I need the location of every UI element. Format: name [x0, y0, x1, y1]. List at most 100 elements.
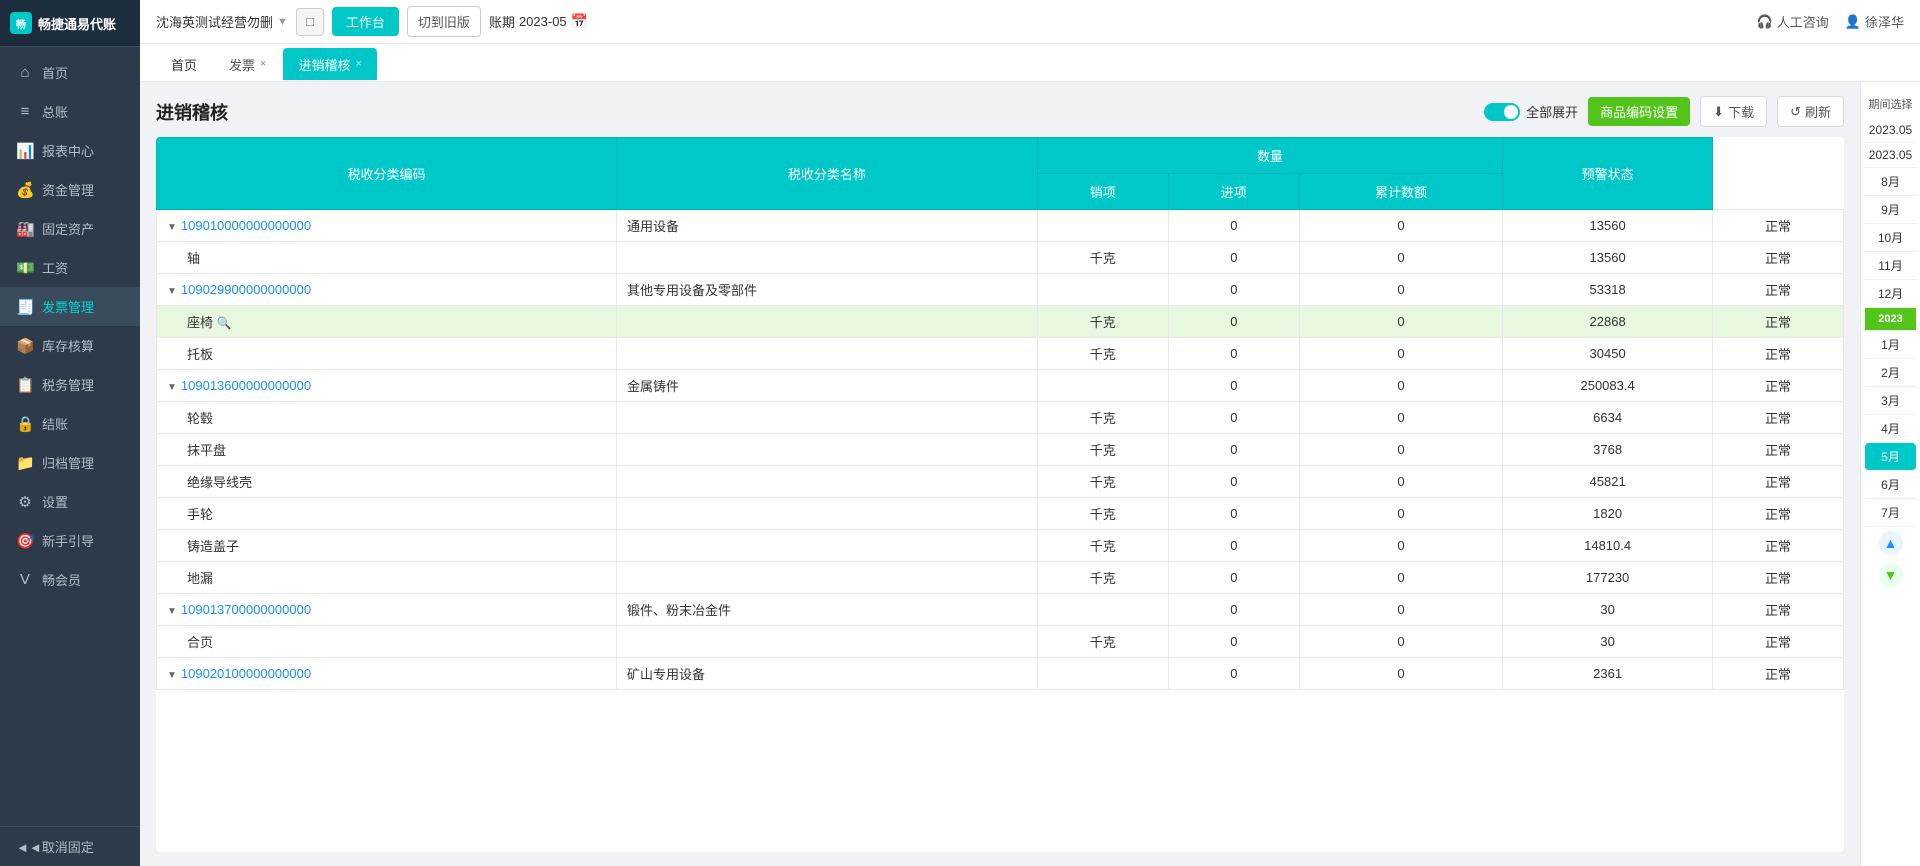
period-item[interactable]: 4月 [1865, 415, 1916, 443]
sidebar-label-member: 畅会员 [42, 570, 81, 589]
sidebar-item-inventory[interactable]: 📦 库存核算 [0, 326, 140, 365]
period-item[interactable]: 3月 [1865, 387, 1916, 415]
cell-code: ▼109010000000000000 [157, 210, 617, 242]
cell-name: 金属铸件 [616, 370, 1037, 402]
service-button[interactable]: 🎧 人工咨询 [1757, 12, 1829, 31]
period-item[interactable]: 8月 [1865, 168, 1916, 196]
cell-total: 13560 [1503, 242, 1713, 274]
period-value: 2023-05 [519, 14, 567, 29]
cell-unit [1037, 274, 1168, 306]
table-row[interactable]: 绝缘导线壳千克0045821正常 [157, 466, 1844, 498]
tab-home[interactable]: 首页 [156, 48, 212, 80]
page-header: 进销稽核 全部展开 商品编码设置 ⬇ 下载 ↺ 刷新 [156, 96, 1844, 127]
period-text-label: 账期 [489, 12, 515, 31]
period-item[interactable]: 2023.05 [1865, 118, 1916, 143]
sidebar-item-ledger[interactable]: ≡ 总账 [0, 92, 140, 131]
product-code-button[interactable]: 商品编码设置 [1588, 97, 1690, 126]
cell-total: 30450 [1503, 338, 1713, 370]
cell-subitem-name: 轴 [157, 242, 617, 274]
sidebar-item-archive[interactable]: 📁 归档管理 [0, 443, 140, 482]
cell-sales: 0 [1168, 466, 1299, 498]
expand-icon: ▼ [167, 606, 177, 617]
tab-home-label: 首页 [171, 55, 197, 74]
table-row[interactable]: ▼109013600000000000金属铸件00250083.4正常 [157, 370, 1844, 402]
period-down-btn[interactable]: ▼ [1879, 563, 1903, 587]
service-label: 人工咨询 [1777, 12, 1829, 31]
period-item[interactable]: 2月 [1865, 359, 1916, 387]
table-row[interactable]: 轮毂千克006634正常 [157, 402, 1844, 434]
user-menu[interactable]: 👤 徐泽华 [1845, 12, 1904, 31]
expand-toggle-switch[interactable] [1484, 103, 1520, 121]
sidebar-item-home[interactable]: ⌂ 首页 [0, 53, 140, 92]
old-version-button[interactable]: 切到旧版 [407, 6, 481, 37]
calendar-icon[interactable]: 📅 [571, 13, 588, 30]
cell-sales: 0 [1168, 402, 1299, 434]
cell-subitem-name: 座椅 🔍 [157, 306, 617, 338]
sidebar-item-settings[interactable]: ⚙ 设置 [0, 482, 140, 521]
table-row[interactable]: ▼109013700000000000锻件、粉末冶金件0030正常 [157, 594, 1844, 626]
table-row[interactable]: ▼109029900000000000其他专用设备及零部件0053318正常 [157, 274, 1844, 306]
cell-name: 通用设备 [616, 210, 1037, 242]
sidebar-item-closing[interactable]: 🔒 结账 [0, 404, 140, 443]
sidebar-item-member[interactable]: V 畅会员 [0, 560, 140, 599]
cell-code: ▼109013700000000000 [157, 594, 617, 626]
expand-all-label: 全部展开 [1526, 102, 1578, 121]
period-item[interactable]: 2023.05 [1865, 143, 1916, 168]
period-item[interactable]: 12月 [1865, 280, 1916, 308]
table-row[interactable]: 座椅 🔍千克0022868正常 [157, 306, 1844, 338]
company-chevron-icon: ▼ [277, 16, 288, 28]
sidebar-item-guide[interactable]: 🎯 新手引导 [0, 521, 140, 560]
save-button[interactable]: □ [296, 8, 324, 36]
app-logo: 畅 畅捷通易代账 [0, 0, 140, 47]
table-row[interactable]: ▼109020100000000000矿山专用设备002361正常 [157, 658, 1844, 690]
table-row[interactable]: 合页千克0030正常 [157, 626, 1844, 658]
tab-reconcile[interactable]: 进销稽核 × [283, 48, 376, 80]
ledger-icon: ≡ [16, 103, 34, 120]
refresh-button[interactable]: ↺ 刷新 [1777, 96, 1844, 127]
cell-sales: 0 [1168, 210, 1299, 242]
cell-total: 45821 [1503, 466, 1713, 498]
th-quantity-group: 数量 [1037, 138, 1503, 174]
unpin-label: ◄◄取消固定 [16, 837, 94, 856]
cell-subitem-name: 托板 [157, 338, 617, 370]
period-item[interactable]: 6月 [1865, 471, 1916, 499]
period-item[interactable]: 5月 [1865, 443, 1916, 471]
sidebar-item-invoice[interactable]: 🧾 发票管理 [0, 287, 140, 326]
period-item[interactable]: 2023 [1865, 308, 1916, 331]
tabbar: 首页 发票 × 进销稽核 × [140, 44, 1920, 82]
table-row[interactable]: 地漏千克00177230正常 [157, 562, 1844, 594]
cell-empty [616, 402, 1037, 434]
sidebar-item-fixed-assets[interactable]: 🏭 固定资产 [0, 209, 140, 248]
period-display: 账期 2023-05 📅 [489, 12, 588, 31]
sidebar-item-tax[interactable]: 📋 税务管理 [0, 365, 140, 404]
user-icon: 👤 [1845, 14, 1861, 30]
tab-invoice-close[interactable]: × [260, 58, 266, 70]
period-up-btn[interactable]: ▲ [1879, 531, 1903, 555]
cell-unit: 千克 [1037, 242, 1168, 274]
sidebar-label-payroll: 工资 [42, 258, 68, 277]
table-row[interactable]: 抹平盘千克003768正常 [157, 434, 1844, 466]
expand-all-toggle[interactable]: 全部展开 [1484, 102, 1578, 121]
download-button[interactable]: ⬇ 下载 [1700, 96, 1767, 127]
period-item[interactable]: 10月 [1865, 224, 1916, 252]
workbench-button[interactable]: 工作台 [332, 7, 399, 36]
sidebar-item-payroll[interactable]: 💵 工资 [0, 248, 140, 287]
company-selector[interactable]: 沈海英测试经营勿删 ▼ [156, 12, 288, 31]
period-item[interactable]: 9月 [1865, 196, 1916, 224]
period-item[interactable]: 11月 [1865, 252, 1916, 280]
sidebar-nav: ⌂ 首页 ≡ 总账 📊 报表中心 💰 资金管理 🏭 固定资产 💵 工资 🧾 发票… [0, 47, 140, 826]
table-row[interactable]: 托板千克0030450正常 [157, 338, 1844, 370]
table-row[interactable]: 手轮千克001820正常 [157, 498, 1844, 530]
period-item[interactable]: 1月 [1865, 331, 1916, 359]
sidebar-item-capital[interactable]: 💰 资金管理 [0, 170, 140, 209]
period-item[interactable]: 7月 [1865, 499, 1916, 527]
tab-invoice[interactable]: 发票 × [214, 48, 281, 80]
table-row[interactable]: 轴千克0013560正常 [157, 242, 1844, 274]
logo-icon: 畅 [10, 12, 32, 34]
tab-reconcile-close[interactable]: × [355, 58, 361, 70]
sidebar-unpin[interactable]: ◄◄取消固定 [0, 826, 140, 866]
cell-subitem-name: 手轮 [157, 498, 617, 530]
table-row[interactable]: ▼109010000000000000通用设备0013560正常 [157, 210, 1844, 242]
table-row[interactable]: 铸造盖子千克0014810.4正常 [157, 530, 1844, 562]
sidebar-item-reports[interactable]: 📊 报表中心 [0, 131, 140, 170]
